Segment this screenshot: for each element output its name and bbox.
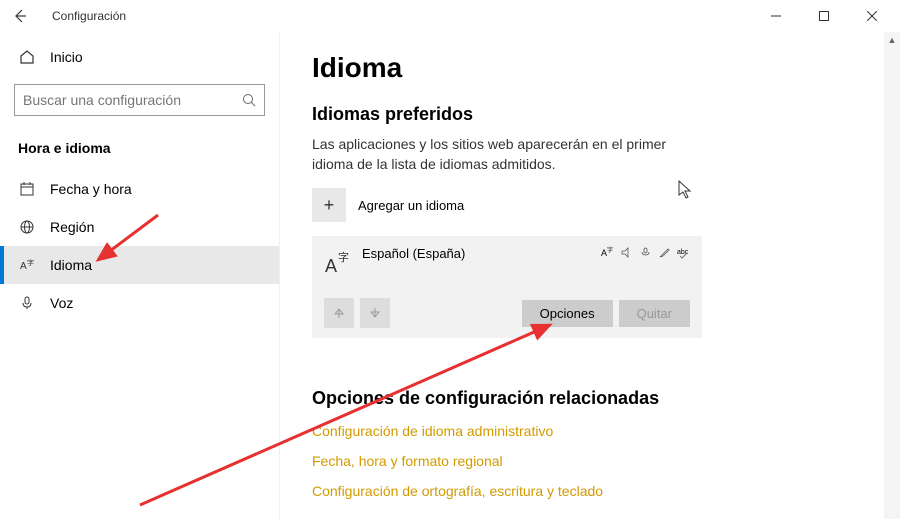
minimize-button[interactable]: [756, 2, 796, 30]
svg-text:A: A: [325, 256, 337, 276]
svg-text:abc: abc: [677, 249, 689, 256]
search-icon: [242, 93, 256, 107]
tts-icon: [620, 246, 633, 259]
calendar-icon: [18, 180, 36, 198]
spellcheck-icon: abc: [677, 246, 690, 259]
related-settings-title: Opciones de configuración relacionadas: [312, 388, 868, 409]
svg-text:字: 字: [27, 258, 34, 267]
svg-text:A: A: [20, 261, 27, 272]
close-button[interactable]: [852, 2, 892, 30]
sidebar-item-region[interactable]: Región: [0, 208, 279, 246]
sidebar-item-datetime[interactable]: Fecha y hora: [0, 170, 279, 208]
language-feature-badges: A字 abc: [601, 246, 690, 259]
svg-text:字: 字: [338, 250, 349, 264]
home-label: Inicio: [50, 49, 83, 65]
sidebar-item-label: Idioma: [50, 257, 92, 273]
scroll-up-button[interactable]: ▲: [884, 32, 900, 48]
add-language-button[interactable]: + Agregar un idioma: [312, 188, 868, 222]
language-name: Español (España): [362, 246, 589, 261]
search-input-container[interactable]: [14, 84, 265, 116]
add-language-label: Agregar un idioma: [358, 198, 464, 213]
preferred-languages-title: Idiomas preferidos: [312, 104, 868, 125]
handwriting-icon: [658, 246, 671, 259]
titlebar: Configuración: [0, 0, 900, 32]
plus-icon: +: [312, 188, 346, 222]
sidebar-item-label: Voz: [50, 295, 73, 311]
cursor-pointer-icon: [678, 180, 694, 200]
preferred-languages-desc: Las aplicaciones y los sitios web aparec…: [312, 135, 692, 174]
scrollbar[interactable]: ▲: [884, 32, 900, 519]
language-large-icon: A字: [324, 246, 350, 276]
options-button[interactable]: Opciones: [522, 300, 613, 327]
sidebar-item-voice[interactable]: Voz: [0, 284, 279, 322]
speech-icon: [639, 246, 652, 259]
home-button[interactable]: Inicio: [0, 40, 279, 74]
link-admin-language[interactable]: Configuración de idioma administrativo: [312, 423, 868, 439]
display-lang-icon: A字: [601, 246, 614, 259]
sidebar-item-label: Región: [50, 219, 94, 235]
sidebar-item-language[interactable]: A字 Idioma: [0, 246, 279, 284]
globe-icon: [18, 218, 36, 236]
sidebar: Inicio Hora e idioma Fecha y hora Región…: [0, 32, 280, 519]
move-up-button[interactable]: [324, 298, 354, 328]
remove-button[interactable]: Quitar: [619, 300, 690, 327]
window-title: Configuración: [52, 9, 126, 23]
svg-text:字: 字: [607, 246, 613, 254]
microphone-icon: [18, 294, 36, 312]
language-icon: A字: [18, 256, 36, 274]
main-content: Idioma Idiomas preferidos Las aplicacion…: [280, 32, 900, 519]
link-date-format[interactable]: Fecha, hora y formato regional: [312, 453, 868, 469]
page-title: Idioma: [312, 52, 868, 84]
sidebar-section-header: Hora e idioma: [0, 134, 279, 170]
home-icon: [18, 48, 36, 66]
language-card[interactable]: A字 Español (España) A字 abc: [312, 236, 702, 338]
back-button[interactable]: [8, 4, 32, 28]
maximize-button[interactable]: [804, 2, 844, 30]
search-input[interactable]: [23, 92, 242, 108]
sidebar-item-label: Fecha y hora: [50, 181, 132, 197]
link-spelling[interactable]: Configuración de ortografía, escritura y…: [312, 483, 868, 499]
move-down-button[interactable]: [360, 298, 390, 328]
